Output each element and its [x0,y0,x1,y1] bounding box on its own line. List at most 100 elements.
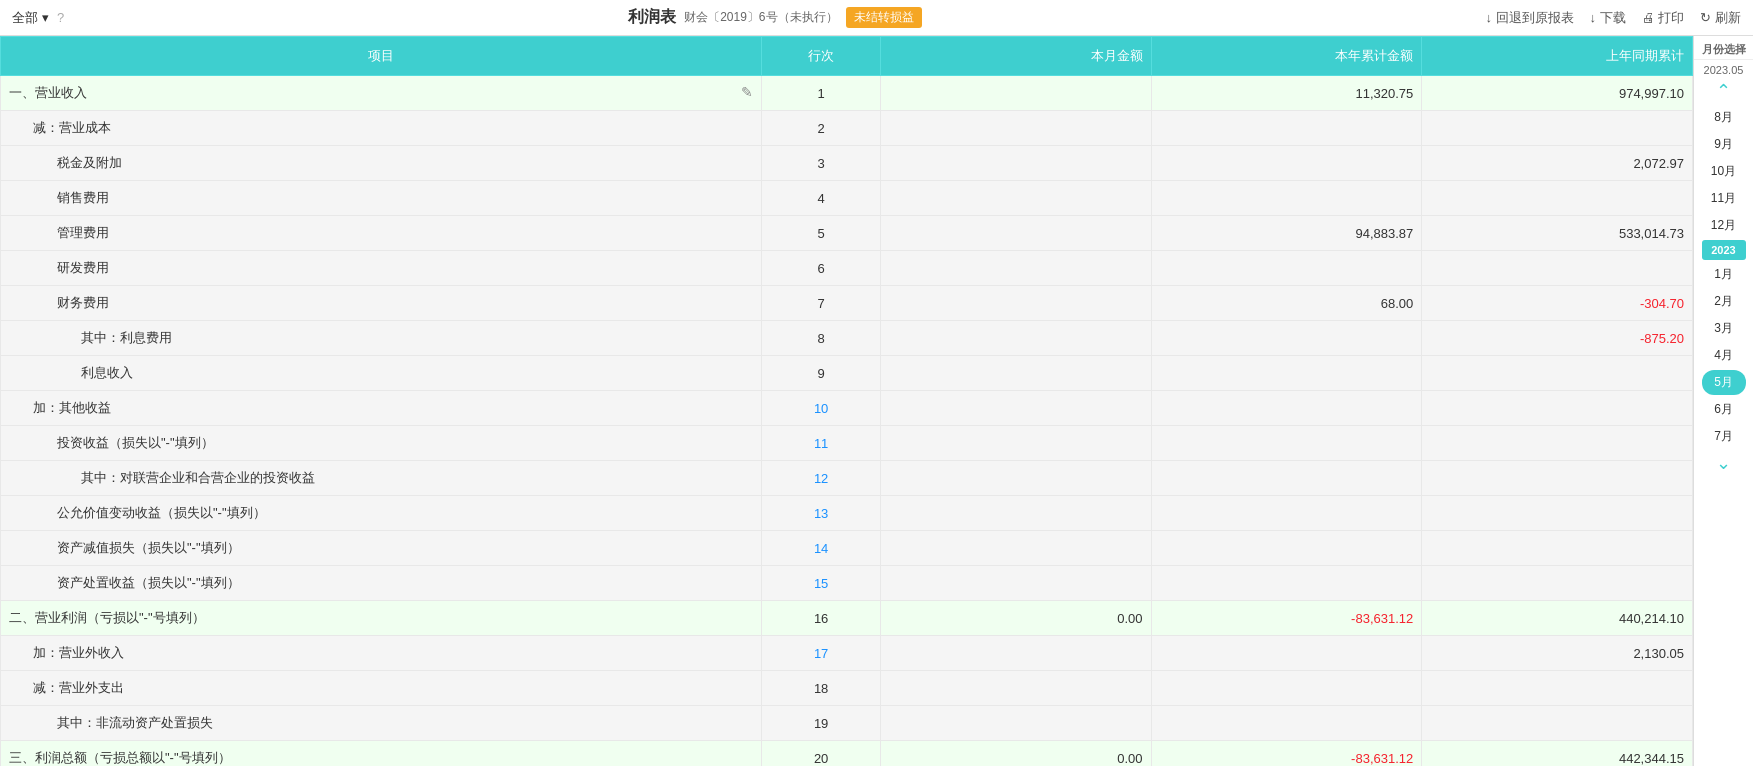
month-9[interactable]: 9月 [1702,132,1746,157]
cell-month-7 [880,286,1151,321]
cell-lastyear-2 [1422,111,1693,146]
content-area: 项目 行次 本月金额 本年累计金额 上年同期累计 一、营业收入✎111,320.… [0,36,1693,766]
table-row: 减：营业成本2 [1,111,1693,146]
top-bar-left: 全部 ▾ ? [12,9,64,27]
profit-table: 项目 行次 本月金额 本年累计金额 上年同期累计 一、营业收入✎111,320.… [0,36,1693,766]
cell-year-2 [1151,111,1422,146]
cell-item-13: 公允价值变动收益（损失以"-"填列） [1,496,762,531]
cell-rownum-3: 3 [762,146,880,181]
cell-year-14 [1151,531,1422,566]
month-4[interactable]: 4月 [1702,343,1746,368]
cell-month-10 [880,391,1151,426]
month-3[interactable]: 3月 [1702,316,1746,341]
cell-rownum-15: 15 [762,566,880,601]
scope-label: 全部 [12,9,38,27]
month-6[interactable]: 6月 [1702,397,1746,422]
scope-selector[interactable]: 全部 ▾ [12,9,49,27]
cell-item-14: 资产减值损失（损失以"-"填列） [1,531,762,566]
table-row: 公允价值变动收益（损失以"-"填列）13 [1,496,1693,531]
month-12[interactable]: 12月 [1702,213,1746,238]
cell-lastyear-4 [1422,181,1693,216]
month-10[interactable]: 10月 [1702,159,1746,184]
cell-rownum-19: 19 [762,706,880,741]
cell-rownum-12: 12 [762,461,880,496]
cell-year-19 [1151,706,1422,741]
cell-rownum-5: 5 [762,216,880,251]
cell-item-9: 利息收入 [1,356,762,391]
cell-year-15 [1151,566,1422,601]
cell-rownum-18: 18 [762,671,880,706]
cell-rownum-16: 16 [762,601,880,636]
cell-month-6 [880,251,1151,286]
cell-rownum-2: 2 [762,111,880,146]
month-11[interactable]: 11月 [1702,186,1746,211]
top-bar: 全部 ▾ ? 利润表 财会〔2019〕6号（未执行） 未结转损益 ↓ 回退到原报… [0,0,1753,36]
cell-item-5: 管理费用 [1,216,762,251]
print-button[interactable]: 🖨 打印 [1642,9,1685,27]
edit-icon[interactable]: ✎ [741,84,753,100]
year-2023-label: 2023 [1702,240,1746,260]
cell-lastyear-11 [1422,426,1693,461]
cell-month-5 [880,216,1151,251]
cell-year-17 [1151,636,1422,671]
cell-month-9 [880,356,1151,391]
cell-lastyear-7: -304.70 [1422,286,1693,321]
cell-item-8: 其中：利息费用 [1,321,762,356]
table-row: 其中：利息费用8-875.20 [1,321,1693,356]
month-8[interactable]: 8月 [1702,105,1746,130]
table-row: 研发费用6 [1,251,1693,286]
cell-year-8 [1151,321,1422,356]
top-bar-center: 利润表 财会〔2019〕6号（未执行） 未结转损益 [628,7,921,28]
month-1[interactable]: 1月 [1702,262,1746,287]
cell-month-15 [880,566,1151,601]
cell-lastyear-18 [1422,671,1693,706]
cell-lastyear-1: 974,997.10 [1422,76,1693,111]
download-button[interactable]: ↓ 下载 [1590,9,1626,27]
table-row: 投资收益（损失以"-"填列）11 [1,426,1693,461]
cell-lastyear-16: 440,214.10 [1422,601,1693,636]
cell-rownum-20: 20 [762,741,880,767]
month-up-arrow[interactable]: ⌃ [1716,80,1731,102]
month-2[interactable]: 2月 [1702,289,1746,314]
help-icon[interactable]: ? [57,10,64,25]
top-bar-actions: ↓ 回退到原报表 ↓ 下载 🖨 打印 ↻ 刷新 [1485,9,1741,27]
table-row: 其中：对联营企业和合营企业的投资收益12 [1,461,1693,496]
table-row: 销售费用4 [1,181,1693,216]
cell-lastyear-9 [1422,356,1693,391]
cell-month-4 [880,181,1151,216]
refresh-button[interactable]: ↻ 刷新 [1700,9,1741,27]
cell-lastyear-6 [1422,251,1693,286]
table-row: 三、利润总额（亏损总额以"-"号填列）200.00-83,631.12442,3… [1,741,1693,767]
cell-month-19 [880,706,1151,741]
cell-rownum-14: 14 [762,531,880,566]
cell-year-16: -83,631.12 [1151,601,1422,636]
cell-year-11 [1151,426,1422,461]
cell-year-6 [1151,251,1422,286]
cell-item-12: 其中：对联营企业和合营企业的投资收益 [1,461,762,496]
cell-lastyear-17: 2,130.05 [1422,636,1693,671]
cell-lastyear-20: 442,344.15 [1422,741,1693,767]
table-header-row: 项目 行次 本月金额 本年累计金额 上年同期累计 [1,37,1693,76]
table-container[interactable]: 项目 行次 本月金额 本年累计金额 上年同期累计 一、营业收入✎111,320.… [0,36,1693,766]
cell-lastyear-3: 2,072.97 [1422,146,1693,181]
month-7[interactable]: 7月 [1702,424,1746,449]
back-button[interactable]: ↓ 回退到原报表 [1485,9,1573,27]
month-down-arrow[interactable]: ⌄ [1716,452,1731,474]
cell-lastyear-13 [1422,496,1693,531]
table-row: 资产减值损失（损失以"-"填列）14 [1,531,1693,566]
month-5[interactable]: 5月 [1702,370,1746,395]
table-row: 减：营业外支出18 [1,671,1693,706]
cell-month-3 [880,146,1151,181]
cell-month-17 [880,636,1151,671]
cell-month-20: 0.00 [880,741,1151,767]
scope-dropdown-icon: ▾ [42,10,49,25]
cell-year-1: 11,320.75 [1151,76,1422,111]
table-row: 利息收入9 [1,356,1693,391]
cell-year-5: 94,883.87 [1151,216,1422,251]
cell-item-2: 减：营业成本 [1,111,762,146]
cell-month-13 [880,496,1151,531]
cell-month-1 [880,76,1151,111]
cell-month-14 [880,531,1151,566]
cell-year-9 [1151,356,1422,391]
cell-month-8 [880,321,1151,356]
